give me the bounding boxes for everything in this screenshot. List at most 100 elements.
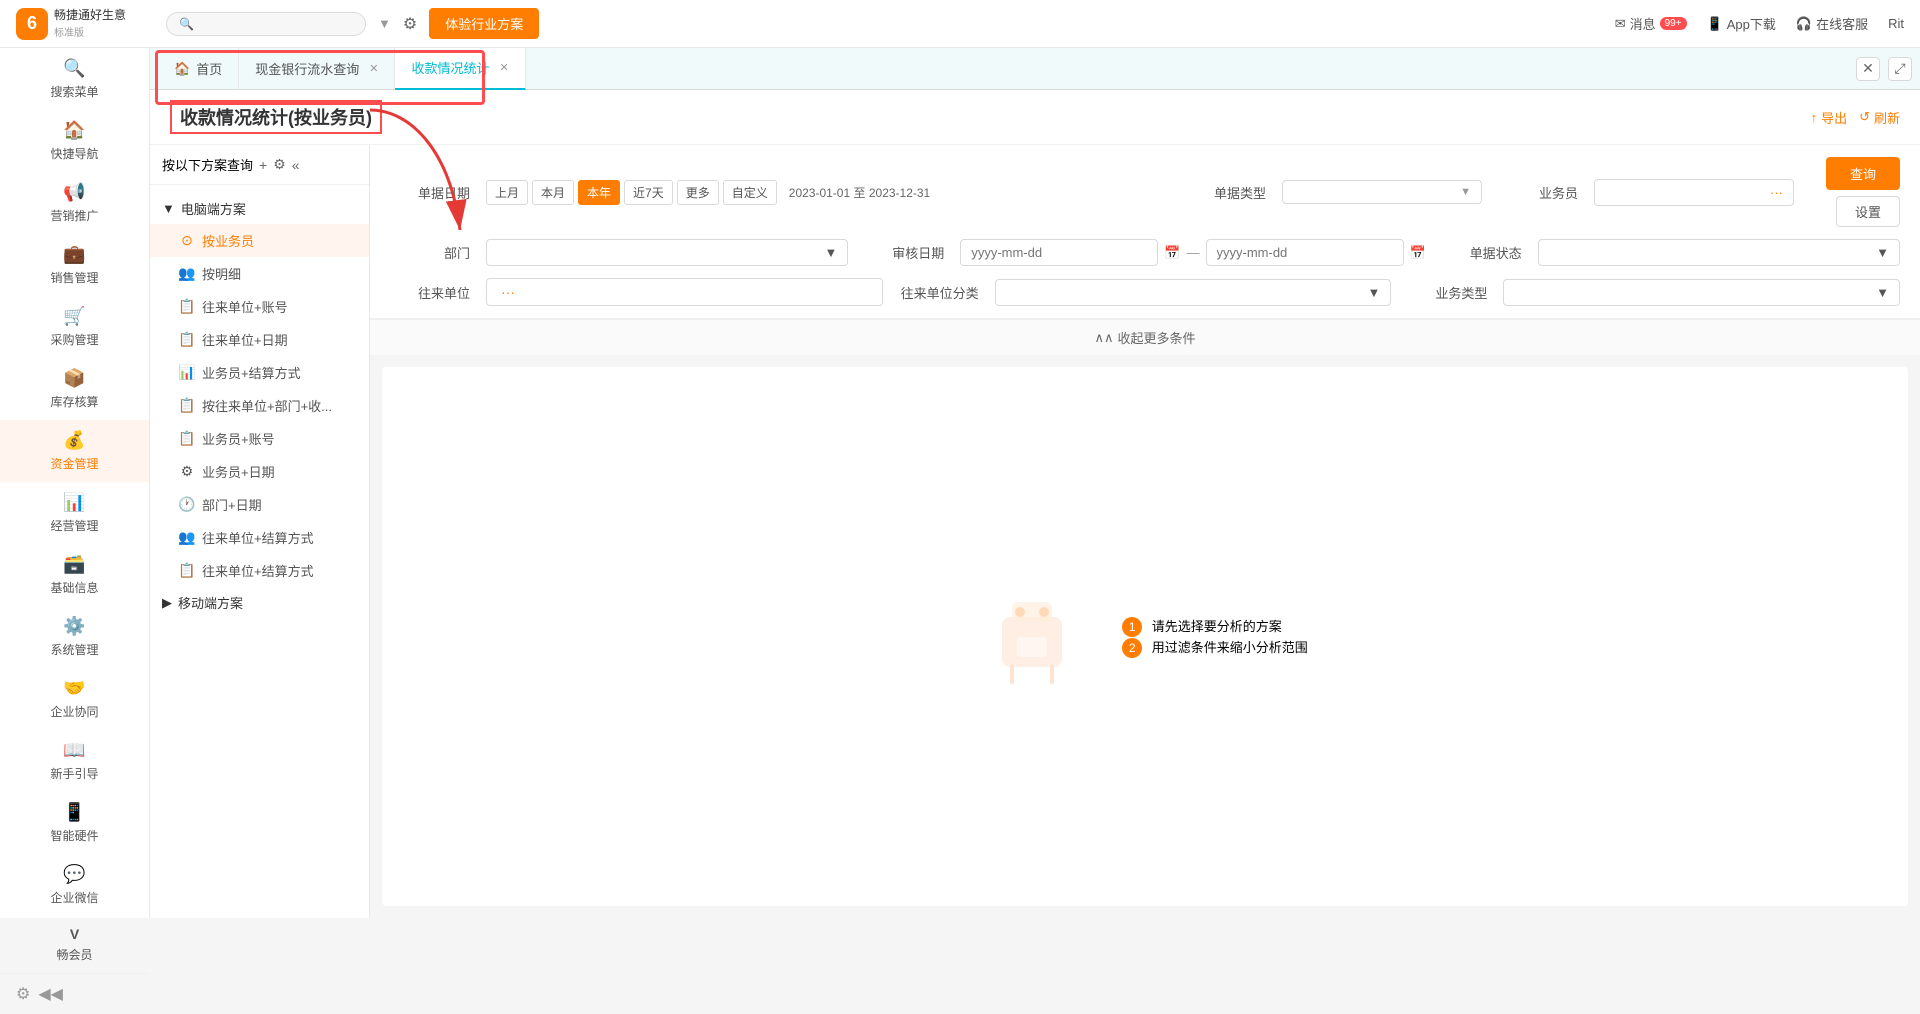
sidebar-label-search: 搜索菜单 <box>50 83 98 100</box>
query-button[interactable]: 查询 <box>1826 157 1900 190</box>
page-header-actions: ↑ 导出 ↺ 刷新 <box>1811 108 1900 127</box>
filter-row-date: 单据日期 上月 本月 本年 近7天 更多 自定义 2023- <box>390 157 1900 227</box>
sidebar-item-operations[interactable]: 📊 经营管理 <box>0 482 149 544</box>
tree-item-detail[interactable]: 👥 按明细 <box>150 257 369 290</box>
step1-num: 1 <box>1122 617 1142 637</box>
sidebar-item-finance[interactable]: 💰 资金管理 <box>0 420 149 482</box>
calendar-to-icon[interactable]: 📅 <box>1410 245 1426 261</box>
date-label: 单据日期 <box>390 183 470 202</box>
messages-btn[interactable]: ✉ 消息 99+ <box>1615 14 1687 33</box>
tree-item-partner-settle2[interactable]: 📋 往来单位+结算方式 <box>150 554 369 587</box>
tree-group-desktop-title[interactable]: ▼ 电脑端方案 <box>150 193 369 224</box>
scheme-settings-icon[interactable]: ⚙ <box>273 156 286 173</box>
sidebar-item-wechat[interactable]: 💬 企业微信 <box>0 854 149 916</box>
biz-type-select[interactable]: ▼ <box>1503 279 1900 306</box>
tree-item-by-salesperson[interactable]: ⊙ 按业务员 <box>150 224 369 257</box>
tree-item-partner-dept[interactable]: 📋 按往来单位+部门+收... <box>150 389 369 422</box>
date-dash-sep: — <box>1187 245 1200 260</box>
sidebar-item-sales[interactable]: 💼 销售管理 <box>0 234 149 296</box>
date-tab-7days[interactable]: 近7天 <box>624 180 673 205</box>
tree-item-partner-date[interactable]: 📋 往来单位+日期 <box>150 323 369 356</box>
refresh-btn[interactable]: ↺ 刷新 <box>1859 108 1900 127</box>
tab-controls: ✕ ⤢ <box>1856 57 1912 81</box>
doc-type-select[interactable]: ▼ <box>1282 180 1482 204</box>
query-btn-area: 查询 设置 <box>1826 157 1900 227</box>
tree-item-sales-account[interactable]: 📋 业务员+账号 <box>150 422 369 455</box>
system-icon: ⚙️ <box>63 616 85 637</box>
date-tabs: 上月 本月 本年 近7天 更多 自定义 <box>486 180 777 205</box>
salesperson-select[interactable]: ··· <box>1594 179 1794 206</box>
collapse-panel-icon[interactable]: « <box>292 157 300 173</box>
close-tab-btn[interactable]: ✕ <box>1856 57 1880 81</box>
sidebar: 🔍 搜索菜单 🏠 快捷导航 📢 营销推广 💼 销售管理 🛒 采购管理 📦 库存核… <box>0 48 150 918</box>
tree-item-salesperson-settlement[interactable]: 📊 业务员+结算方式 <box>150 356 369 389</box>
doc-status-select[interactable]: ▼ <box>1538 239 1900 266</box>
tab-receipt-stats[interactable]: 收款情况统计 ✕ <box>395 48 525 90</box>
user-name-display[interactable]: Rit <box>1888 16 1904 31</box>
base-icon: 🗃️ <box>63 554 85 575</box>
calendar-from-icon[interactable]: 📅 <box>1164 245 1180 261</box>
date-tab-last-month[interactable]: 上月 <box>486 180 528 205</box>
sidebar-item-inventory[interactable]: 📦 库存核算 <box>0 358 149 420</box>
app-download-label: App下载 <box>1727 14 1776 33</box>
sidebar-bottom: ⚙ ◀◀ <box>0 973 149 1014</box>
home-tab-icon: 🏠 <box>174 61 190 77</box>
tree-item-partner-settle1[interactable]: 👥 往来单位+结算方式 <box>150 521 369 554</box>
filter-row-dept: 部门 ▼ 审核日期 📅 — 📅 单据状态 <box>390 239 1900 266</box>
tree-item-sales-date[interactable]: ⚙ 业务员+日期 <box>150 455 369 488</box>
sidebar-item-purchase[interactable]: 🛒 采购管理 <box>0 296 149 358</box>
collapse-sidebar-icon[interactable]: ◀◀ <box>38 984 63 1004</box>
sidebar-item-quicknav[interactable]: 🏠 快捷导航 <box>0 110 149 172</box>
sidebar-item-search[interactable]: 🔍 搜索菜单 <box>0 48 149 110</box>
partner-more-icon[interactable]: ··· <box>501 284 515 300</box>
date-tab-custom[interactable]: 自定义 <box>723 180 777 205</box>
app-layout: 🔍 搜索菜单 🏠 快捷导航 📢 营销推广 💼 销售管理 🛒 采购管理 📦 库存核… <box>0 48 1920 918</box>
tab-receipt-label: 收款情况统计 <box>411 58 489 77</box>
date-tab-this-month[interactable]: 本月 <box>532 180 574 205</box>
close-bank-tab-icon[interactable]: ✕ <box>369 62 378 75</box>
search-box[interactable]: 🔍 <box>166 12 366 36</box>
sidebar-item-hardware[interactable]: 📱 智能硬件 <box>0 792 149 854</box>
salesperson-label: 业务员 <box>1498 183 1578 202</box>
date-tab-more[interactable]: 更多 <box>677 180 719 205</box>
close-receipt-tab-icon[interactable]: ✕ <box>499 61 508 74</box>
ops-icon: 📊 <box>63 492 85 513</box>
empty-content: 1 请先选择要分析的方案 2 用过滤条件来缩小分析范围 <box>982 587 1308 687</box>
tree-item-dept-date[interactable]: 🕐 部门+日期 <box>150 488 369 521</box>
sidebar-item-guide[interactable]: 📖 新手引导 <box>0 730 149 792</box>
partner-cat-select[interactable]: ▼ <box>995 279 1392 306</box>
step1-text: 请先选择要分析的方案 <box>1152 619 1282 634</box>
sidebar-item-collab[interactable]: 🤝 企业协同 <box>0 668 149 730</box>
setting-button[interactable]: 设置 <box>1836 196 1900 227</box>
expand-tab-btn[interactable]: ⤢ <box>1888 57 1912 81</box>
online-service-btn[interactable]: 🎧 在线客服 <box>1796 14 1868 33</box>
sidebar-item-marketing[interactable]: 📢 营销推广 <box>0 172 149 234</box>
dropdown-icon[interactable]: ▼ <box>378 16 391 31</box>
partner-select[interactable]: ··· <box>486 278 883 306</box>
dept-select[interactable]: ▼ <box>486 239 848 266</box>
collapse-btn[interactable]: ∧∧ 收起更多条件 <box>1094 328 1195 347</box>
add-scheme-icon[interactable]: + <box>259 157 267 173</box>
date-tab-this-year[interactable]: 本年 <box>578 180 620 205</box>
settings-icon[interactable]: ⚙ <box>403 14 417 34</box>
app-download-btn[interactable]: 📱 App下载 <box>1707 14 1776 33</box>
tab-bank-flow[interactable]: 现金银行流水查询 ✕ <box>239 48 395 90</box>
tab-home[interactable]: 🏠 首页 <box>158 48 239 90</box>
review-date-to[interactable] <box>1206 239 1404 266</box>
export-btn[interactable]: ↑ 导出 <box>1811 108 1848 127</box>
tree-item-partner-account[interactable]: 📋 往来单位+账号 <box>150 290 369 323</box>
sales-acct-icon: 📋 <box>178 430 196 447</box>
salesperson-more-icon[interactable]: ··· <box>1770 185 1783 200</box>
settings-bottom-icon[interactable]: ⚙ <box>16 984 30 1004</box>
trial-button[interactable]: 体验行业方案 <box>429 8 539 39</box>
review-date-from[interactable] <box>960 239 1158 266</box>
right-panel: 单据日期 上月 本月 本年 近7天 更多 自定义 2023- <box>370 145 1920 918</box>
sidebar-item-base[interactable]: 🗃️ 基础信息 <box>0 544 149 606</box>
sidebar-item-member[interactable]: V 畅会员 <box>0 916 149 973</box>
sidebar-item-system[interactable]: ⚙️ 系统管理 <box>0 606 149 668</box>
partner-cat-caret-icon: ▼ <box>1367 285 1380 300</box>
date-to: 2023-12-31 <box>869 186 930 200</box>
export-label: 导出 <box>1821 108 1847 127</box>
guide-icon: 📖 <box>63 740 85 761</box>
tree-group-mobile-title[interactable]: ▶ 移动端方案 <box>150 587 369 618</box>
